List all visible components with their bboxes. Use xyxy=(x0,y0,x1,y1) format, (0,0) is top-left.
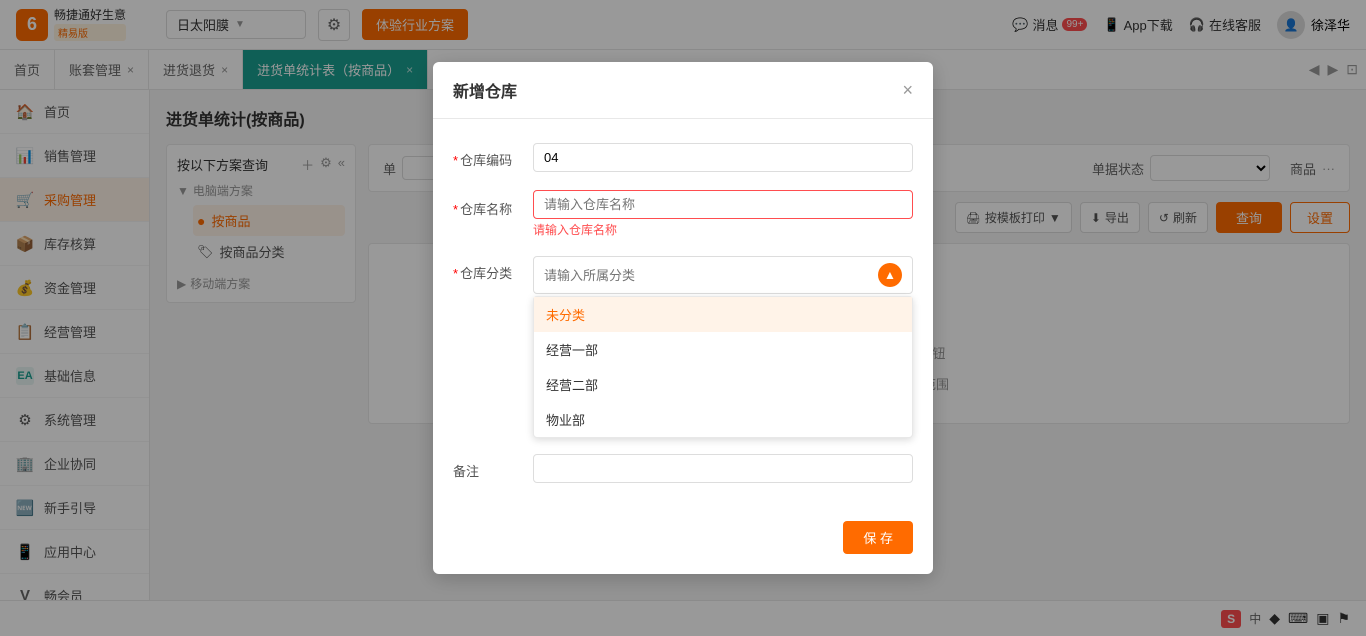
name-error-msg: 请输入仓库名称 xyxy=(533,221,913,238)
modal-body: 仓库编码 仓库名称 请输入仓库名称 仓库分类 ▲ xyxy=(433,119,933,521)
modal-title: 新增仓库 xyxy=(453,78,517,102)
form-row-notes: 备注 xyxy=(453,454,913,483)
modal-close-button[interactable]: × xyxy=(902,81,913,99)
form-row-category: 仓库分类 ▲ 未分类 经营一部 经营二部 物业部 xyxy=(453,256,913,294)
modal-dialog: 新增仓库 × 仓库编码 仓库名称 请输入仓库名称 仓库分类 xyxy=(433,62,933,574)
category-dropdown-arrow[interactable]: ▲ xyxy=(878,263,902,287)
notes-input[interactable] xyxy=(533,454,913,483)
category-input-row: ▲ xyxy=(533,256,913,294)
form-row-code: 仓库编码 xyxy=(453,143,913,172)
option-property[interactable]: 物业部 xyxy=(534,402,912,437)
modal-overlay[interactable]: 新增仓库 × 仓库编码 仓库名称 请输入仓库名称 仓库分类 xyxy=(0,0,1366,636)
code-input[interactable] xyxy=(533,143,913,172)
modal-footer: 保 存 xyxy=(433,521,933,574)
category-input[interactable] xyxy=(544,268,878,283)
option-dept2[interactable]: 经营二部 xyxy=(534,367,912,402)
modal-header: 新增仓库 × xyxy=(433,62,933,119)
category-wrap: ▲ 未分类 经营一部 经营二部 物业部 xyxy=(533,256,913,294)
name-input[interactable] xyxy=(533,190,913,219)
form-row-name: 仓库名称 请输入仓库名称 xyxy=(453,190,913,238)
category-label: 仓库分类 xyxy=(453,256,533,282)
name-label: 仓库名称 xyxy=(453,192,533,218)
category-dropdown-menu: 未分类 经营一部 经营二部 物业部 xyxy=(533,296,913,438)
option-dept1[interactable]: 经营一部 xyxy=(534,332,912,367)
notes-label: 备注 xyxy=(453,454,533,480)
save-button[interactable]: 保 存 xyxy=(843,521,913,554)
option-uncategorized[interactable]: 未分类 xyxy=(534,297,912,332)
code-label: 仓库编码 xyxy=(453,143,533,169)
